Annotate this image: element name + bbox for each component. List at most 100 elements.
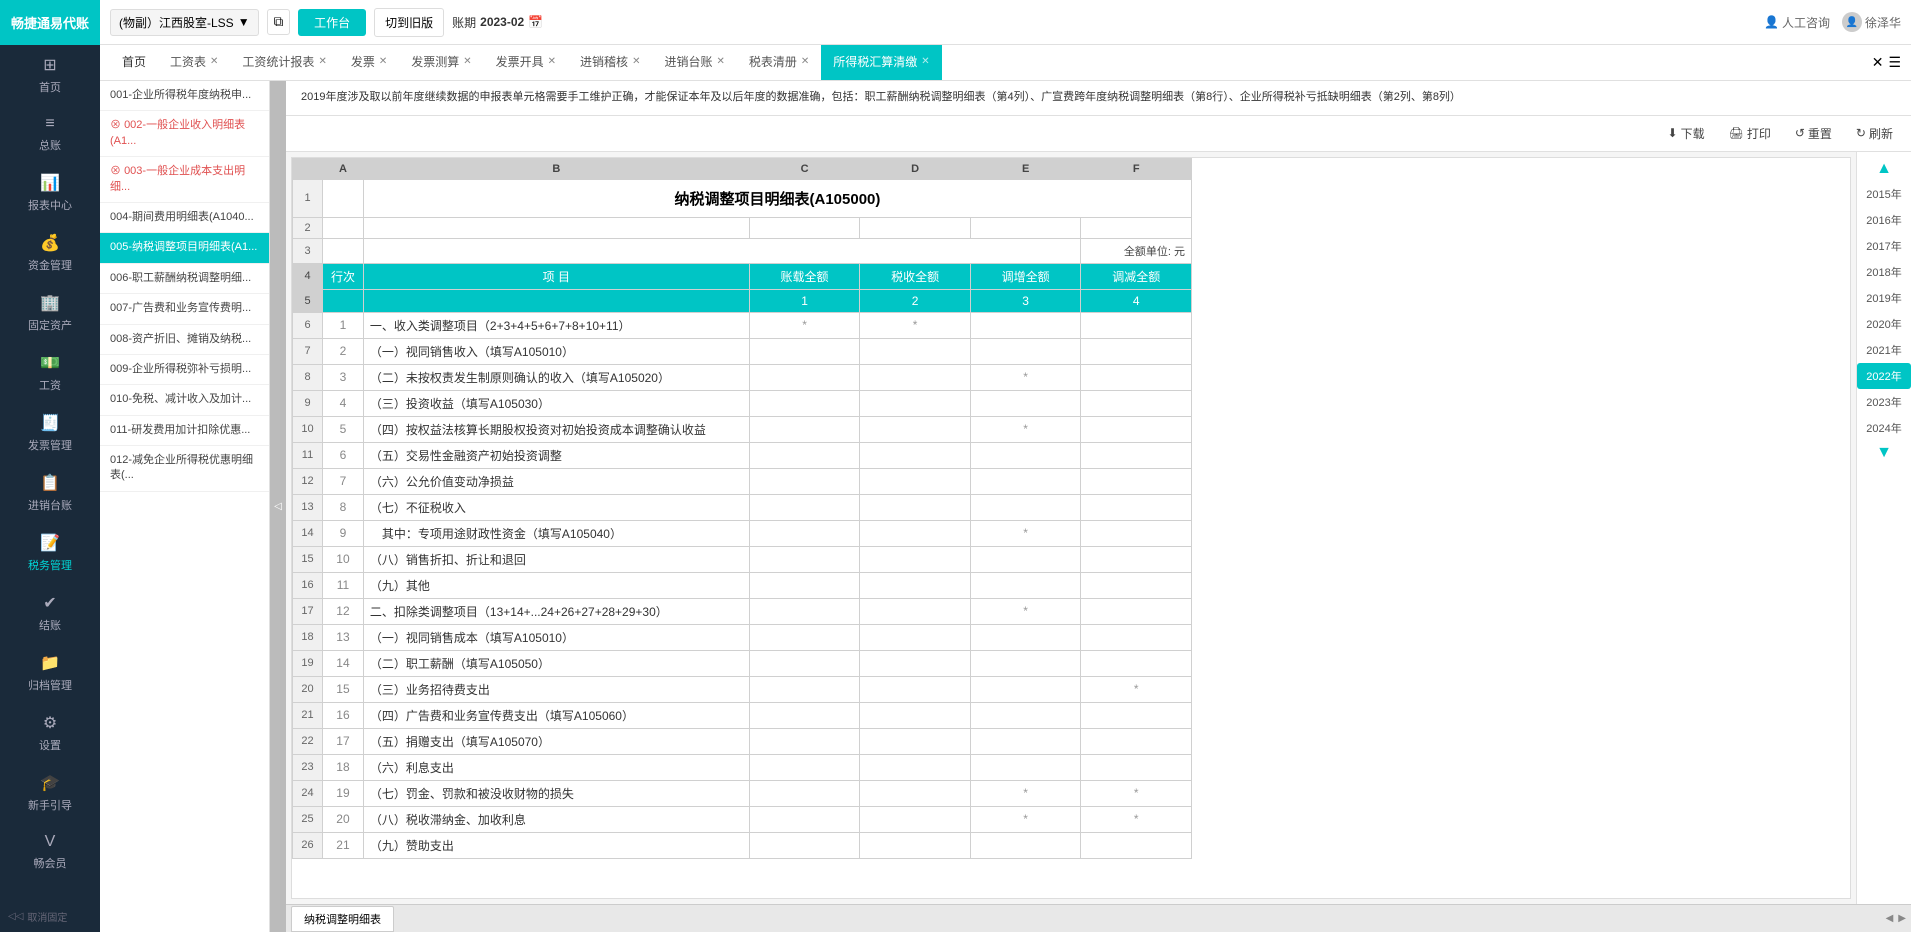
- tax-icon: 📝: [40, 533, 60, 553]
- left-panel-item-011[interactable]: 011-研发费用加计扣除优惠...: [100, 416, 269, 446]
- tab-close-salary[interactable]: ✕: [210, 56, 218, 67]
- notice-bar: 2019年度涉及取以前年度继续数据的申报表单元格需要手工维护正确，才能保证本年及…: [286, 81, 1911, 116]
- sidebar-item-archive[interactable]: 📁 归档管理: [0, 643, 100, 703]
- left-panel-item-009[interactable]: 009-企业所得税弥补亏损明...: [100, 355, 269, 385]
- user-info[interactable]: 👤 徐泽华: [1842, 12, 1901, 32]
- close-all-icon[interactable]: ✕: [1872, 54, 1884, 71]
- tab-close-tax-list[interactable]: ✕: [801, 56, 809, 67]
- member-icon: V: [45, 833, 56, 851]
- left-panel-item-006[interactable]: 006-职工薪酬纳税调整明细...: [100, 264, 269, 294]
- right-content: 2019年度涉及取以前年度继续数据的申报表单元格需要手工维护正确，才能保证本年及…: [286, 81, 1911, 932]
- col-header-b: B: [363, 158, 749, 179]
- sidebar-item-settings[interactable]: ⚙ 设置: [0, 703, 100, 763]
- tab-invoice[interactable]: 发票 ✕: [339, 45, 399, 81]
- table-row: 22 17 （五）捐赠支出（填写A105070）: [293, 728, 1192, 754]
- left-panel-item-003[interactable]: 003-一般企业成本支出明细...: [100, 157, 269, 203]
- col-header-d: D: [860, 158, 971, 179]
- left-panel-item-010[interactable]: 010-免税、减计收入及加计...: [100, 385, 269, 415]
- service-link[interactable]: 👤 人工咨询: [1764, 14, 1830, 31]
- oldver-button[interactable]: 切到旧版: [374, 8, 444, 37]
- year-2024[interactable]: 2024年: [1857, 415, 1911, 441]
- left-panel-item-012[interactable]: 012-减免企业所得税优惠明细表(...: [100, 446, 269, 492]
- tab-tax-list[interactable]: 税表清册 ✕: [737, 45, 821, 81]
- year-2019[interactable]: 2019年: [1857, 285, 1911, 311]
- workspace-button[interactable]: 工作台: [298, 9, 366, 36]
- copy-button[interactable]: ⧉: [267, 9, 291, 35]
- tab-close-invoice[interactable]: ✕: [379, 56, 387, 67]
- tab-close-inout-ledger[interactable]: ✕: [716, 56, 724, 67]
- sidebar-item-inout[interactable]: 📋 进销台账: [0, 463, 100, 523]
- tab-close-invoice-issue[interactable]: ✕: [548, 56, 556, 67]
- tab-close-invoice-calc[interactable]: ✕: [463, 56, 471, 67]
- tab-check[interactable]: 进销稽核 ✕: [568, 45, 652, 81]
- tab-close-income-tax[interactable]: ✕: [921, 56, 929, 67]
- sidebar-item-fund[interactable]: 💰 资金管理: [0, 223, 100, 283]
- table-container[interactable]: A B C D E F 1: [291, 157, 1851, 899]
- tab-invoice-issue[interactable]: 发票开具 ✕: [484, 45, 568, 81]
- year-2023[interactable]: 2023年: [1857, 389, 1911, 415]
- left-panel-item-008[interactable]: 008-资产折旧、摊销及纳税...: [100, 325, 269, 355]
- left-panel-item-001[interactable]: 001-企业所得税年度纳税申...: [100, 81, 269, 111]
- tab-salary-report[interactable]: 工资统计报表 ✕: [230, 45, 338, 81]
- year-2018[interactable]: 2018年: [1857, 259, 1911, 285]
- invoice-icon: 🧾: [40, 413, 60, 433]
- sidebar-item-home[interactable]: ⊞ 首页: [0, 45, 100, 105]
- table-row: 14 9 其中：专项用途财政性资金（填写A105040） *: [293, 520, 1192, 546]
- reset-button[interactable]: ↺ 重置: [1787, 122, 1840, 145]
- panel-collapse-btn[interactable]: ◁: [270, 81, 286, 932]
- year-2020[interactable]: 2020年: [1857, 311, 1911, 337]
- company-selector[interactable]: (物副）江西股室-LSS ▼: [110, 9, 259, 36]
- sidebar-item-salary[interactable]: 💵 工资: [0, 343, 100, 403]
- refresh-button[interactable]: ↻ 刷新: [1848, 122, 1901, 145]
- year-2015[interactable]: 2015年: [1857, 181, 1911, 207]
- year-2022[interactable]: 2022年: [1857, 363, 1911, 389]
- table-row: 1 纳税调整项目明细表(A105000): [293, 179, 1192, 217]
- tab-menu-icon[interactable]: ☰: [1888, 54, 1901, 71]
- table-subheader-row: 5 1 2 3 4: [293, 289, 1192, 312]
- content-area: 001-企业所得税年度纳税申... 002-一般企业收入明细表(A1... 00…: [100, 81, 1911, 932]
- archive-icon: 📁: [40, 653, 60, 673]
- sidebar: 畅捷通易代账 ⊞ 首页 ≡ 总账 📊 报表中心 💰 资金管理 🏢 固定资产 💵 …: [0, 0, 100, 932]
- left-panel-item-005[interactable]: 005-纳税调整项目明细表(A1...: [100, 233, 269, 263]
- year-2016[interactable]: 2016年: [1857, 207, 1911, 233]
- left-panel-item-002[interactable]: 002-一般企业收入明细表(A1...: [100, 111, 269, 157]
- year-down-btn[interactable]: ▼: [1873, 441, 1895, 465]
- tab-close-check[interactable]: ✕: [632, 56, 640, 67]
- pin-icon: ◁◁: [8, 911, 23, 922]
- left-panel-item-004[interactable]: 004-期间费用明细表(A1040...: [100, 203, 269, 233]
- year-up-btn[interactable]: ▲: [1873, 157, 1895, 181]
- left-panel-item-007[interactable]: 007-广告费和业务宣传费明...: [100, 294, 269, 324]
- print-button[interactable]: 🖨 打印: [1721, 122, 1779, 145]
- year-2021[interactable]: 2021年: [1857, 337, 1911, 363]
- calendar-icon[interactable]: 📅: [528, 15, 543, 29]
- table-row: 3 全额单位: 元: [293, 238, 1192, 263]
- sidebar-item-ledger[interactable]: ≡ 总账: [0, 105, 100, 163]
- table-row: 17 12 二、扣除类调整项目（13+14+...24+26+27+28+29+…: [293, 598, 1192, 624]
- sidebar-item-invoice[interactable]: 🧾 发票管理: [0, 403, 100, 463]
- tab-salary[interactable]: 工资表 ✕: [158, 45, 230, 81]
- tab-close-salary-report[interactable]: ✕: [318, 56, 326, 67]
- download-button[interactable]: ⬇ 下载: [1660, 122, 1713, 145]
- sidebar-item-member[interactable]: V 畅会员: [0, 823, 100, 881]
- col-header-c: C: [749, 158, 860, 179]
- pin-toggle[interactable]: ◁◁ 取消固定: [0, 901, 100, 932]
- reports-icon: 📊: [40, 173, 60, 193]
- sidebar-item-assets[interactable]: 🏢 固定资产: [0, 283, 100, 343]
- tab-home[interactable]: 首页: [110, 45, 158, 81]
- tab-inout-ledger[interactable]: 进销台账 ✕: [652, 45, 736, 81]
- bottom-tab-main[interactable]: 纳税调整明细表: [291, 906, 394, 932]
- company-dropdown-icon: ▼: [238, 15, 250, 29]
- table-row: 23 18 （六）利息支出: [293, 754, 1192, 780]
- sidebar-item-close[interactable]: ✔ 结账: [0, 583, 100, 643]
- scroll-right-icon[interactable]: ▶: [1898, 913, 1906, 924]
- sidebar-item-reports[interactable]: 📊 报表中心: [0, 163, 100, 223]
- sidebar-item-guide[interactable]: 🎓 新手引导: [0, 763, 100, 823]
- bottom-tabbar: 纳税调整明细表 ◀ ▶: [286, 904, 1911, 932]
- sidebar-item-tax[interactable]: 📝 税务管理: [0, 523, 100, 583]
- year-2017[interactable]: 2017年: [1857, 233, 1911, 259]
- scroll-left-icon[interactable]: ◀: [1886, 913, 1894, 924]
- tab-invoice-calc[interactable]: 发票测算 ✕: [399, 45, 483, 81]
- table-row: 6 1 一、收入类调整项目（2+3+4+5+6+7+8+10+11） * *: [293, 312, 1192, 338]
- table-row: 21 16 （四）广告费和业务宣传费支出（填写A105060）: [293, 702, 1192, 728]
- tab-income-tax[interactable]: 所得税汇算清缴 ✕: [821, 45, 941, 81]
